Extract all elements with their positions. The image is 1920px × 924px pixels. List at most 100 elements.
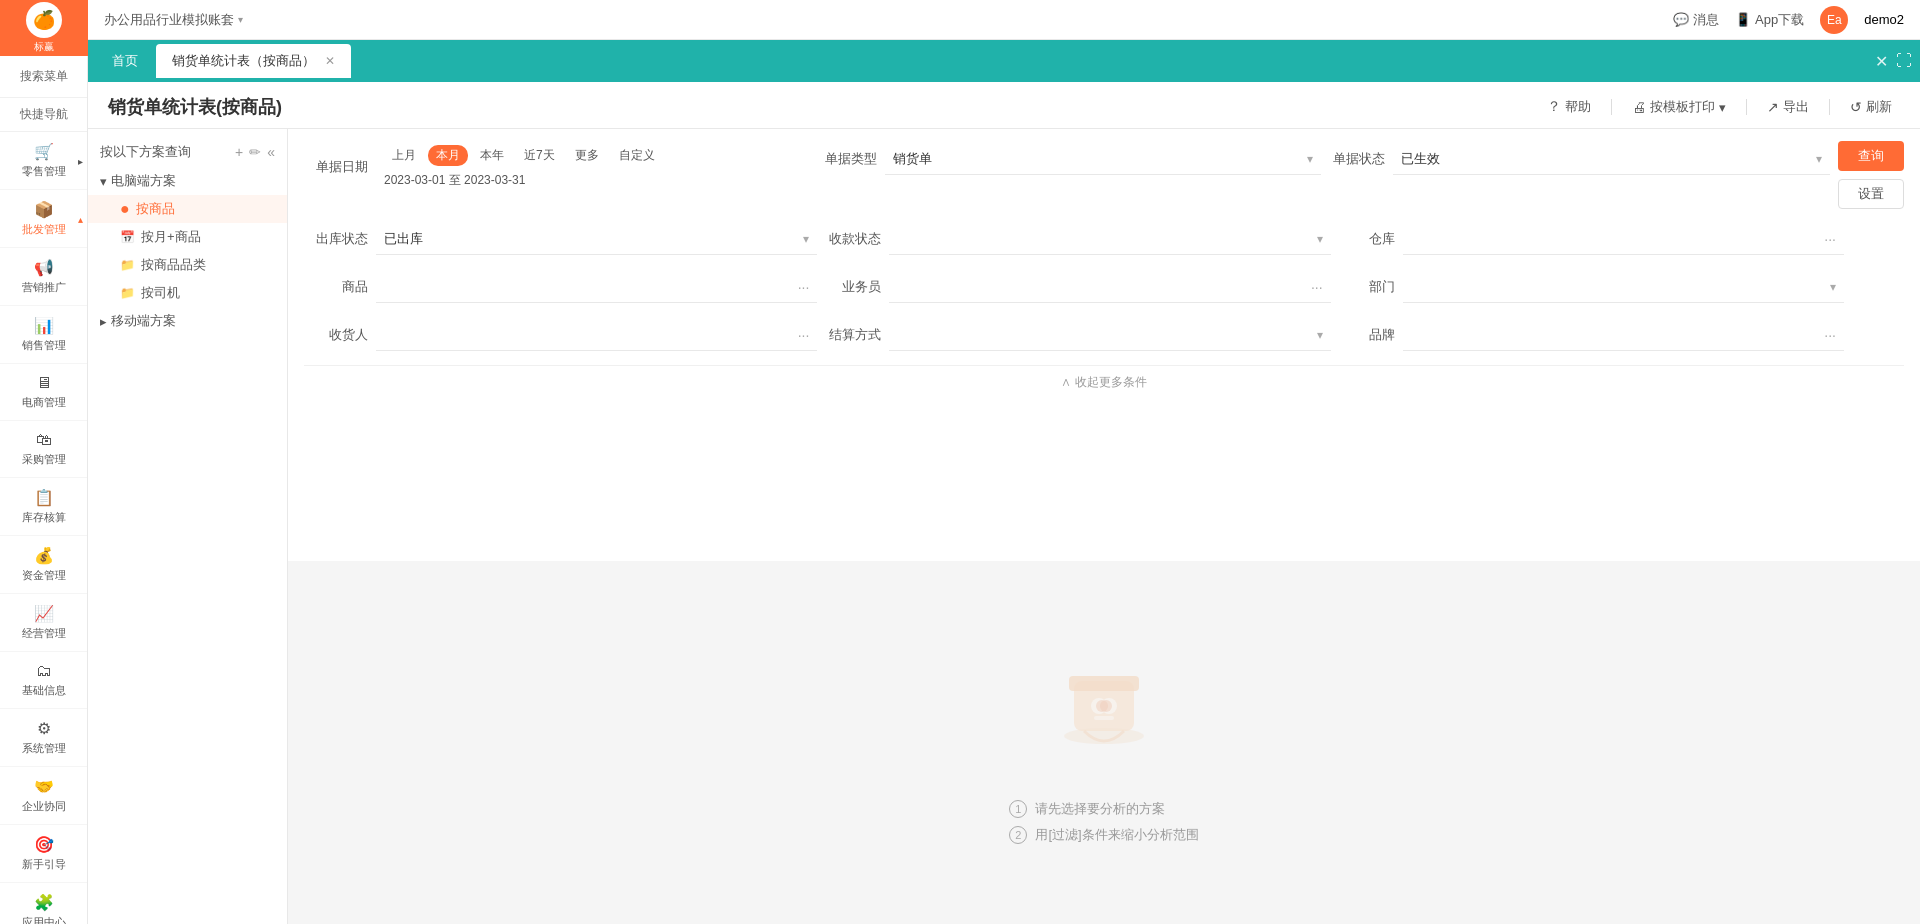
sidebar-item-purchase[interactable]: 🛍 采购管理 — [0, 421, 87, 478]
tab-close-button[interactable]: ✕ — [325, 54, 335, 68]
hint-num-1: 1 — [1009, 800, 1027, 818]
salesperson-dots[interactable]: ··· — [1311, 279, 1323, 295]
doc-type-value[interactable]: 销货单 ▾ — [885, 143, 1322, 175]
warehouse-value[interactable]: ··· — [1403, 223, 1844, 255]
setting-button[interactable]: 设置 — [1838, 179, 1904, 209]
filter-group-warehouse: 仓库 ··· — [1331, 221, 1844, 257]
topbar-right: 💬 消息 📱 App下载 Ea demo2 — [1673, 6, 1904, 34]
date-filter-value: 上月 本月 本年 近7天 更多 自定义 2023-03-01 至 2023-03… — [376, 141, 813, 193]
dept-value[interactable]: ▾ — [1403, 271, 1844, 303]
sidebar-item-guide[interactable]: 🎯 新手引导 — [0, 825, 87, 883]
query-button[interactable]: 查询 — [1838, 141, 1904, 171]
edit-scheme-button[interactable]: ✏ — [249, 144, 261, 160]
filter-row-1: 单据日期 上月 本月 本年 近7天 更多 自定义 20 — [304, 141, 1904, 209]
search-menu-button[interactable]: 搜索菜单 — [0, 64, 87, 89]
print-dropdown-icon[interactable]: ▾ — [1719, 100, 1726, 115]
filter-group-receipt-status: 收款状态 ▾ — [817, 221, 1330, 257]
by-machine-label: 按司机 — [141, 284, 180, 302]
tree-pc-group[interactable]: ▾ 电脑端方案 — [88, 167, 287, 195]
refresh-button[interactable]: ↺ 刷新 — [1842, 94, 1900, 120]
sidebar: 🍊 标赢 搜索菜单 快捷导航 🛒 零售管理 ▸ 📦 批发管理 ▴ 📢 营销推广 … — [0, 0, 88, 924]
warehouse-dots[interactable]: ··· — [1824, 231, 1836, 247]
title-dropdown-icon[interactable]: ▾ — [238, 14, 243, 25]
collapse-panel-button[interactable]: « — [267, 144, 275, 160]
topbar: 办公用品行业模拟账套 ▾ 💬 消息 📱 App下载 Ea demo2 — [88, 0, 1920, 40]
status-value[interactable]: 已生效 ▾ — [1393, 143, 1830, 175]
date-tab-thismonth[interactable]: 本月 — [428, 145, 468, 166]
filter-group-status: 单据状态 已生效 ▾ — [1321, 141, 1830, 177]
sidebar-label-marketing: 营销推广 — [22, 280, 66, 295]
sidebar-item-marketing[interactable]: 📢 营销推广 — [0, 248, 87, 306]
receiver-value[interactable]: ··· — [376, 319, 817, 351]
filter-row-3: 商品 ··· 业务员 ··· — [304, 269, 1904, 305]
tree-item-by-month-product[interactable]: 📅 按月+商品 — [88, 223, 287, 251]
tree-mobile-group[interactable]: ▸ 移动端方案 — [88, 307, 287, 335]
brand-value[interactable]: ··· — [1403, 319, 1844, 351]
date-tabs: 上月 本月 本年 近7天 更多 自定义 — [384, 145, 663, 166]
sidebar-label-ecommerce: 电商管理 — [22, 395, 66, 410]
product-dots[interactable]: ··· — [798, 279, 810, 295]
tree-pc-label: 电脑端方案 — [111, 172, 176, 190]
date-range-display[interactable]: 2023-03-01 至 2023-03-31 — [384, 172, 525, 189]
out-status-value[interactable]: 已出库 ▾ — [376, 223, 817, 255]
retail-arrow: ▸ — [78, 155, 83, 166]
tab-home-label: 首页 — [112, 52, 138, 70]
sidebar-item-retail[interactable]: 🛒 零售管理 ▸ — [0, 132, 87, 190]
sidebar-item-ecommerce[interactable]: 🖥 电商管理 — [0, 364, 87, 421]
by-machine-icon: 📁 — [120, 286, 135, 300]
app-download-button[interactable]: 📱 App下载 — [1735, 11, 1804, 29]
receiver-dots[interactable]: ··· — [798, 327, 810, 343]
tab-close-all-button[interactable]: ✕ — [1875, 52, 1888, 71]
print-button[interactable]: 🖨 按模板打印 ▾ — [1624, 94, 1734, 120]
tab-home[interactable]: 首页 — [96, 44, 154, 78]
date-tab-custom[interactable]: 自定义 — [611, 145, 663, 166]
tree-item-by-machine[interactable]: 📁 按司机 — [88, 279, 287, 307]
tab-maximize-button[interactable]: ⛶ — [1896, 52, 1912, 70]
export-icon: ↗ — [1767, 99, 1779, 115]
tree-item-by-product[interactable]: ● 按商品 — [88, 195, 287, 223]
empty-icon — [1044, 641, 1164, 780]
content-wrapper: 销货单统计表(按商品) ？ 帮助 🖨 按模板打印 ▾ ↗ 导出 — [88, 82, 1920, 924]
message-button[interactable]: 💬 消息 — [1673, 11, 1719, 29]
tab-report-label: 销货单统计表（按商品） — [172, 52, 315, 70]
date-tab-7days[interactable]: 近7天 — [516, 145, 563, 166]
action-buttons: 查询 设置 — [1838, 141, 1904, 209]
user-avatar[interactable]: Ea — [1820, 6, 1848, 34]
tree-item-by-category[interactable]: 📁 按商品品类 — [88, 251, 287, 279]
date-tab-more[interactable]: 更多 — [567, 145, 607, 166]
left-panel: 按以下方案查询 + ✏ « ▾ 电脑端方案 ● 按商品 📅 — [88, 129, 288, 924]
sidebar-item-system[interactable]: ⚙ 系统管理 — [0, 709, 87, 767]
sidebar-item-inventory[interactable]: 📋 库存核算 — [0, 478, 87, 536]
user-name[interactable]: demo2 — [1864, 12, 1904, 27]
sidebar-label-inventory: 库存核算 — [22, 510, 66, 525]
date-tab-lastmonth[interactable]: 上月 — [384, 145, 424, 166]
receipt-status-label: 收款状态 — [817, 230, 889, 248]
logo-icon: 🍊 — [26, 2, 62, 38]
receipt-status-value[interactable]: ▾ — [889, 223, 1330, 255]
settlement-value[interactable]: ▾ — [889, 319, 1330, 351]
sidebar-item-finance[interactable]: 💰 资金管理 — [0, 536, 87, 594]
collapse-filter-button[interactable]: ∧ 收起更多条件 — [304, 365, 1904, 399]
date-tab-thisyear[interactable]: 本年 — [472, 145, 512, 166]
logo[interactable]: 🍊 标赢 — [0, 0, 88, 56]
help-button[interactable]: ？ 帮助 — [1539, 94, 1599, 120]
by-category-icon: 📁 — [120, 258, 135, 272]
export-button[interactable]: ↗ 导出 — [1759, 94, 1817, 120]
sidebar-item-basic[interactable]: 🗂 基础信息 — [0, 652, 87, 709]
sidebar-item-sales[interactable]: 📊 销售管理 — [0, 306, 87, 364]
sidebar-item-apps[interactable]: 🧩 应用中心 — [0, 883, 87, 924]
refresh-label: 刷新 — [1866, 98, 1892, 116]
product-value[interactable]: ··· — [376, 271, 817, 303]
sidebar-item-wholesale[interactable]: 📦 批发管理 ▴ — [0, 190, 87, 248]
add-scheme-button[interactable]: + — [235, 144, 243, 160]
tree-arrow-mobile: ▸ — [100, 314, 107, 329]
tab-report[interactable]: 销货单统计表（按商品） ✕ — [156, 44, 351, 78]
brand-dots[interactable]: ··· — [1824, 327, 1836, 343]
left-panel-header: 按以下方案查询 + ✏ « — [88, 137, 287, 167]
receipt-chevron: ▾ — [1317, 232, 1323, 246]
sidebar-item-enterprise[interactable]: 🤝 企业协同 — [0, 767, 87, 825]
divider3 — [1829, 99, 1830, 115]
salesperson-value[interactable]: ··· — [889, 271, 1330, 303]
quick-nav-button[interactable]: 快捷导航 — [0, 102, 87, 127]
sidebar-item-operations[interactable]: 📈 经营管理 — [0, 594, 87, 652]
